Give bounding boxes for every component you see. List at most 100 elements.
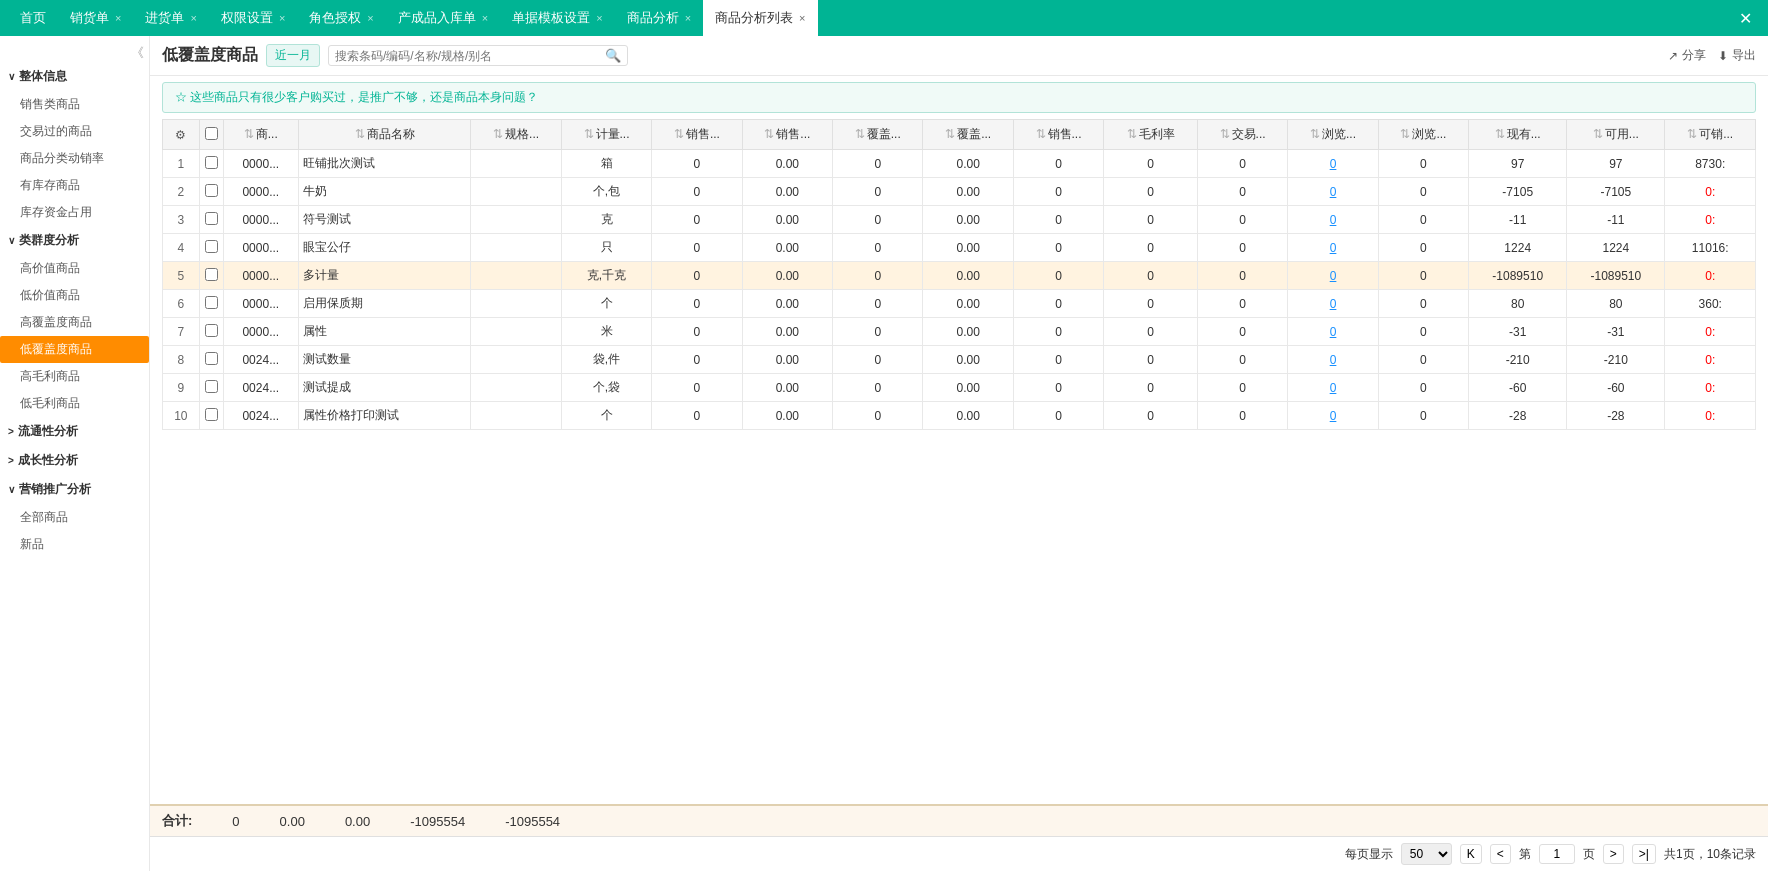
row-browse1[interactable]: 0 [1288, 178, 1378, 206]
col-browse1-header[interactable]: ⇅浏览... [1288, 120, 1378, 150]
share-button[interactable]: ↗ 分享 [1668, 47, 1706, 64]
sidebar-item-category-rate[interactable]: 商品分类动销率 [0, 145, 149, 172]
sidebar-section-circulation[interactable]: > 流通性分析 [0, 417, 149, 446]
filter-button[interactable]: 近一月 [266, 44, 320, 67]
col-unit-header[interactable]: ⇅计量... [561, 120, 651, 150]
nav-product-analysis[interactable]: 商品分析 × [615, 0, 703, 36]
row-name[interactable]: 测试数量 [298, 346, 471, 374]
nav-role-auth[interactable]: 角色授权 × [297, 0, 385, 36]
nav-home[interactable]: 首页 [8, 0, 58, 36]
row-browse1[interactable]: 0 [1288, 150, 1378, 178]
nav-permission[interactable]: 权限设置 × [209, 0, 297, 36]
col-coverage1-header[interactable]: ⇅覆盖... [833, 120, 923, 150]
nav-purchase-order[interactable]: 进货单 × [133, 0, 208, 36]
sidebar-item-low-value[interactable]: 低价值商品 [0, 282, 149, 309]
row-checkbox[interactable] [205, 184, 218, 197]
sidebar-item-high-coverage[interactable]: 高覆盖度商品 [0, 309, 149, 336]
row-name[interactable]: 测试提成 [298, 374, 471, 402]
col-checkbox-header[interactable] [199, 120, 223, 150]
col-available-header[interactable]: ⇅可用... [1567, 120, 1665, 150]
row-checkbox-cell[interactable] [199, 262, 223, 290]
row-name[interactable]: 符号测试 [298, 206, 471, 234]
export-button[interactable]: ⬇ 导出 [1718, 47, 1756, 64]
row-name[interactable]: 属性 [298, 318, 471, 346]
col-gross-rate-header[interactable]: ⇅毛利率 [1104, 120, 1198, 150]
row-checkbox[interactable] [205, 324, 218, 337]
row-checkbox-cell[interactable] [199, 402, 223, 430]
col-sales-amt-header[interactable]: ⇅销售... [742, 120, 832, 150]
page-input[interactable] [1539, 844, 1575, 864]
col-browse2-header[interactable]: ⇅浏览... [1378, 120, 1468, 150]
row-name[interactable]: 眼宝公仔 [298, 234, 471, 262]
nav-product-analysis-list[interactable]: 商品分析列表 × [703, 0, 817, 36]
sidebar-item-low-margin[interactable]: 低毛利商品 [0, 390, 149, 417]
window-close-button[interactable]: ✕ [1731, 9, 1760, 28]
row-browse1[interactable]: 0 [1288, 374, 1378, 402]
sidebar-collapse-button[interactable]: 《 [129, 44, 145, 62]
search-input[interactable] [335, 49, 605, 63]
row-checkbox-cell[interactable] [199, 374, 223, 402]
sidebar-item-stock-capital[interactable]: 库存资金占用 [0, 199, 149, 226]
row-checkbox-cell[interactable] [199, 206, 223, 234]
col-coverage2-header[interactable]: ⇅覆盖... [923, 120, 1013, 150]
sidebar-item-sales-goods[interactable]: 销售类商品 [0, 91, 149, 118]
row-browse1[interactable]: 0 [1288, 234, 1378, 262]
nav-close-permission[interactable]: × [279, 0, 285, 36]
row-checkbox[interactable] [205, 296, 218, 309]
row-checkbox[interactable] [205, 408, 218, 421]
col-saleable-header[interactable]: ⇅可销... [1665, 120, 1756, 150]
row-checkbox[interactable] [205, 268, 218, 281]
sidebar-item-new-goods[interactable]: 新品 [0, 531, 149, 558]
row-name[interactable]: 属性价格打印测试 [298, 402, 471, 430]
sidebar-item-high-margin[interactable]: 高毛利商品 [0, 363, 149, 390]
sidebar-item-high-value[interactable]: 高价值商品 [0, 255, 149, 282]
row-browse1[interactable]: 0 [1288, 402, 1378, 430]
next-page-button[interactable]: > [1603, 844, 1624, 864]
row-checkbox[interactable] [205, 212, 218, 225]
row-name[interactable]: 启用保质期 [298, 290, 471, 318]
sidebar-item-traded-goods[interactable]: 交易过的商品 [0, 118, 149, 145]
row-checkbox[interactable] [205, 352, 218, 365]
col-trans-header[interactable]: ⇅交易... [1197, 120, 1287, 150]
row-browse1[interactable]: 0 [1288, 346, 1378, 374]
row-checkbox-cell[interactable] [199, 178, 223, 206]
col-settings-header[interactable]: ⚙ [163, 120, 200, 150]
nav-close-purchase[interactable]: × [190, 0, 196, 36]
sidebar-section-overall[interactable]: ∨ 整体信息 [0, 62, 149, 91]
row-browse1[interactable]: 0 [1288, 290, 1378, 318]
sidebar-item-all-goods[interactable]: 全部商品 [0, 504, 149, 531]
sidebar-section-marketing[interactable]: ∨ 营销推广分析 [0, 475, 149, 504]
nav-template[interactable]: 单据模板设置 × [500, 0, 614, 36]
row-name[interactable]: 牛奶 [298, 178, 471, 206]
sidebar-section-growth[interactable]: > 成长性分析 [0, 446, 149, 475]
col-spec-header[interactable]: ⇅规格... [471, 120, 561, 150]
nav-close-template[interactable]: × [596, 0, 602, 36]
row-name[interactable]: 旺铺批次测试 [298, 150, 471, 178]
select-all-checkbox[interactable] [205, 127, 218, 140]
row-checkbox-cell[interactable] [199, 318, 223, 346]
nav-close-product-inbound[interactable]: × [482, 0, 488, 36]
settings-icon[interactable]: ⚙ [175, 128, 186, 142]
nav-close-role-auth[interactable]: × [367, 0, 373, 36]
first-page-button[interactable]: K [1460, 844, 1482, 864]
row-browse1[interactable]: 0 [1288, 206, 1378, 234]
row-checkbox-cell[interactable] [199, 234, 223, 262]
nav-close-product-analysis[interactable]: × [685, 0, 691, 36]
sidebar-section-cluster[interactable]: ∨ 类群度分析 [0, 226, 149, 255]
sidebar-item-in-stock[interactable]: 有库存商品 [0, 172, 149, 199]
col-name-header[interactable]: ⇅商品名称 [298, 120, 471, 150]
prev-page-button[interactable]: < [1490, 844, 1511, 864]
col-sales-qty-header[interactable]: ⇅销售... [652, 120, 742, 150]
row-checkbox-cell[interactable] [199, 290, 223, 318]
row-checkbox-cell[interactable] [199, 346, 223, 374]
nav-product-inbound[interactable]: 产成品入库单 × [386, 0, 500, 36]
row-checkbox[interactable] [205, 156, 218, 169]
col-sales2-header[interactable]: ⇅销售... [1013, 120, 1103, 150]
row-browse1[interactable]: 0 [1288, 318, 1378, 346]
last-page-button[interactable]: >| [1632, 844, 1656, 864]
row-browse1[interactable]: 0 [1288, 262, 1378, 290]
row-checkbox[interactable] [205, 380, 218, 393]
row-checkbox-cell[interactable] [199, 150, 223, 178]
nav-close-product-analysis-list[interactable]: × [799, 0, 805, 36]
sidebar-item-low-coverage[interactable]: 低覆盖度商品 [0, 336, 149, 363]
